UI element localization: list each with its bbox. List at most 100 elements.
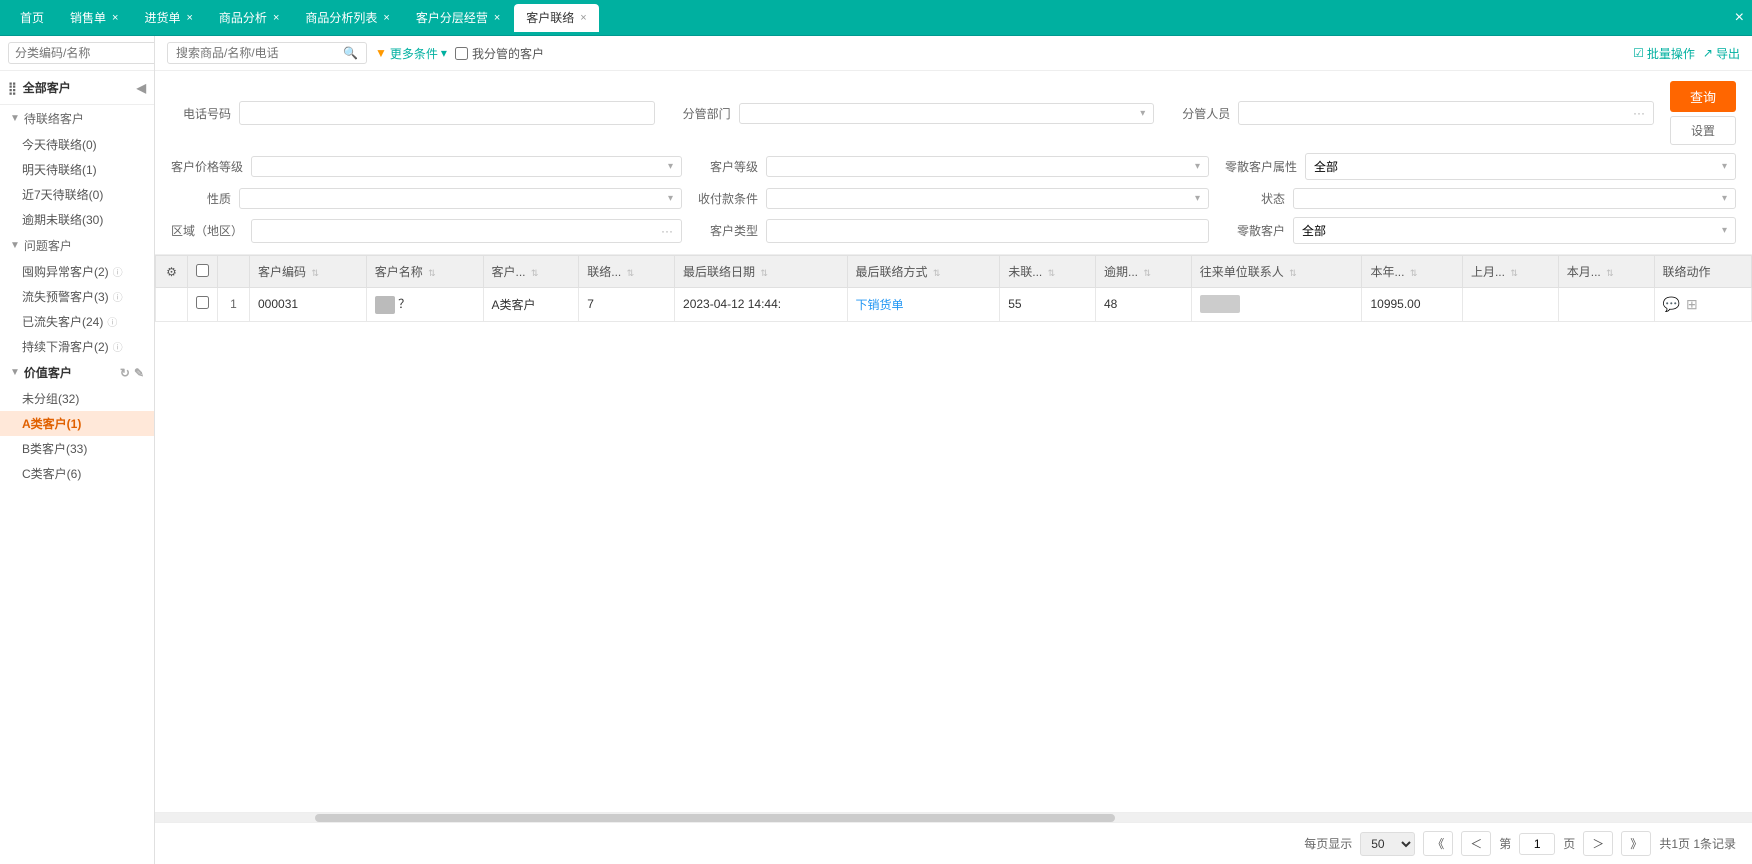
problem-group-label: 问题客户 xyxy=(24,237,72,254)
my-customers-checkbox[interactable] xyxy=(455,47,468,60)
col-last-month-header[interactable]: 上月... ⇅ xyxy=(1462,256,1558,288)
chat-icon[interactable]: 💬 xyxy=(1663,296,1680,313)
more-conditions-btn[interactable]: ▼ 更多条件 ▾ xyxy=(375,45,447,62)
sidebar-item-today[interactable]: 今天待联络(0) xyxy=(0,132,154,157)
grid-icon: ⣿ xyxy=(8,81,17,95)
settings-btn[interactable]: 设置 xyxy=(1670,116,1736,145)
close-all-tabs[interactable]: × xyxy=(1735,9,1744,27)
col-last-way-header[interactable]: 最后联络方式 ⇅ xyxy=(847,256,1000,288)
col-last-date-header[interactable]: 最后联络日期 ⇅ xyxy=(675,256,847,288)
row-last-way-link[interactable]: 下销货单 xyxy=(856,298,904,312)
col-this-month-header[interactable]: 本月... ⇅ xyxy=(1558,256,1654,288)
close-goods-list-tab[interactable]: × xyxy=(383,12,389,24)
horizontal-scrollbar[interactable] xyxy=(155,812,1752,822)
sidebar-item-ungroup[interactable]: 未分组(32) xyxy=(0,386,154,411)
region-select[interactable]: ··· xyxy=(251,219,682,243)
batch-op-btn[interactable]: ☑ 批量操作 xyxy=(1633,45,1695,62)
sidebar-item-a-class[interactable]: A类客户(1) xyxy=(0,411,154,436)
search-icon[interactable]: 🔍 xyxy=(343,46,358,60)
sort-last-date-icon: ⇅ xyxy=(760,268,768,278)
sidebar-group-pending[interactable]: ▼ 待联络客户 xyxy=(0,105,154,132)
sidebar: 🔍 ⣿ 全部客户 ◀ ▼ 待联络客户 今天待联络(0) 明天待联络(1) 近7天… xyxy=(0,36,155,864)
dept-select[interactable]: ▾ xyxy=(739,103,1155,124)
tab-goods-list[interactable]: 商品分析列表 × xyxy=(293,4,401,32)
tab-home[interactable]: 首页 xyxy=(8,4,56,32)
sidebar-item-declining[interactable]: 持续下滑客户(2) ⓘ xyxy=(0,334,154,359)
person-select[interactable]: ··· xyxy=(1238,101,1654,125)
sidebar-item-hoarding[interactable]: 囤购异常客户(2) ⓘ xyxy=(0,259,154,284)
sort-no-contact-icon: ⇅ xyxy=(1048,268,1056,278)
next-page-btn[interactable]: ＞ xyxy=(1583,831,1613,856)
sidebar-item-b-class[interactable]: B类客户(33) xyxy=(0,436,154,461)
payment-label: 收付款条件 xyxy=(698,190,758,207)
filter-field-retail-customer: 零散客户 全部 ▾ xyxy=(1225,217,1736,244)
tab-customer-segment[interactable]: 客户分层经营 × xyxy=(404,4,512,32)
status-select[interactable]: ▾ xyxy=(1293,188,1736,209)
sidebar-item-churned[interactable]: 已流失客户(24) ⓘ xyxy=(0,309,154,334)
close-goods-analysis-tab[interactable]: × xyxy=(273,12,279,24)
first-page-btn[interactable]: 《 xyxy=(1423,831,1453,856)
select-all-checkbox[interactable] xyxy=(196,264,209,277)
export-btn[interactable]: ↗ 导出 xyxy=(1703,45,1740,62)
search-input[interactable] xyxy=(176,46,343,60)
retail-attr-select[interactable]: 全部 ▾ xyxy=(1305,153,1736,180)
row-action-cell: 💬 ⊞ xyxy=(1654,288,1752,322)
query-btn[interactable]: 查询 xyxy=(1670,81,1736,112)
sidebar-search-input[interactable] xyxy=(8,42,155,64)
sidebar-group-problem[interactable]: ▼ 问题客户 xyxy=(0,232,154,259)
close-customer-contact-tab[interactable]: × xyxy=(580,12,586,24)
payment-select[interactable]: ▾ xyxy=(766,188,1209,209)
prev-page-btn[interactable]: ＜ xyxy=(1461,831,1491,856)
tab-sales[interactable]: 销售单 × xyxy=(58,4,130,32)
dept-arrow: ▾ xyxy=(1140,108,1145,119)
col-type-header[interactable]: 客户... ⇅ xyxy=(483,256,579,288)
sidebar-group-value[interactable]: ▼ 价值客户 ↻ ✎ xyxy=(0,359,154,386)
tab-customer-contact[interactable]: 客户联络 × xyxy=(514,4,598,32)
sidebar-item-churn-warning[interactable]: 流失预警客户(3) ⓘ xyxy=(0,284,154,309)
sort-this-year-icon: ⇅ xyxy=(1410,268,1418,278)
filter-field-nature: 性质 ▾ xyxy=(171,188,682,209)
advanced-filter: 电话号码 分管部门 ▾ 分管人员 ··· xyxy=(155,71,1752,255)
col-no-contact-header[interactable]: 未联... ⇅ xyxy=(1000,256,1096,288)
retail-customer-select[interactable]: 全部 ▾ xyxy=(1293,217,1736,244)
price-grade-select[interactable]: ▾ xyxy=(251,156,682,177)
page-number-input[interactable] xyxy=(1519,833,1555,855)
customer-type-input[interactable] xyxy=(766,219,1209,243)
value-group-icons: ↻ ✎ xyxy=(120,366,144,380)
phone-input[interactable] xyxy=(239,101,655,125)
per-page-select[interactable]: 50 100 200 xyxy=(1360,832,1415,856)
col-this-year-header[interactable]: 本年... ⇅ xyxy=(1362,256,1463,288)
col-company-contact-header[interactable]: 往来单位联系人 ⇅ xyxy=(1191,256,1362,288)
sidebar-all-customers-header[interactable]: ⣿ 全部客户 ◀ xyxy=(0,71,154,105)
edit-icon[interactable]: ✎ xyxy=(134,366,144,380)
close-sales-tab[interactable]: × xyxy=(112,12,118,24)
toolbar-right: ☑ 批量操作 ↗ 导出 xyxy=(1633,45,1740,62)
tab-purchase[interactable]: 进货单 × xyxy=(132,4,204,32)
customer-grade-select[interactable]: ▾ xyxy=(766,156,1209,177)
collapse-sidebar-icon[interactable]: ◀ xyxy=(137,81,146,95)
col-overdue-header[interactable]: 逾期... ⇅ xyxy=(1096,256,1192,288)
row-checkbox[interactable] xyxy=(196,296,209,309)
col-contact-header[interactable]: 联络... ⇅ xyxy=(579,256,675,288)
sidebar-item-overdue[interactable]: 逾期未联络(30) xyxy=(0,207,154,232)
sidebar-item-7days[interactable]: 近7天待联络(0) xyxy=(0,182,154,207)
col-code-header[interactable]: 客户编码 ⇅ xyxy=(250,256,367,288)
nature-select[interactable]: ▾ xyxy=(239,188,682,209)
value-group-label: 价值客户 xyxy=(24,364,72,381)
churned-label: 已流失客户(24) xyxy=(22,313,103,330)
hoarding-label: 囤购异常客户(2) xyxy=(22,263,109,280)
scrollbar-thumb[interactable] xyxy=(315,814,1115,822)
close-customer-segment-tab[interactable]: × xyxy=(494,12,500,24)
sidebar-item-c-class[interactable]: C类客户(6) xyxy=(0,461,154,486)
last-page-btn[interactable]: 》 xyxy=(1621,831,1651,856)
grid-action-icon[interactable]: ⊞ xyxy=(1686,296,1698,313)
row-last-date: 2023-04-12 14:44: xyxy=(683,297,781,311)
filter-row-3: 性质 ▾ 收付款条件 ▾ 状态 xyxy=(171,188,1736,209)
refresh-icon[interactable]: ↻ xyxy=(120,366,130,380)
col-settings[interactable]: ⚙ xyxy=(156,256,188,288)
col-name-header[interactable]: 客户名称 ⇅ xyxy=(366,256,483,288)
tab-goods-analysis[interactable]: 商品分析 × xyxy=(207,4,291,32)
close-purchase-tab[interactable]: × xyxy=(186,12,192,24)
row-no-contact-cell: 55 xyxy=(1000,288,1096,322)
sidebar-item-tomorrow[interactable]: 明天待联络(1) xyxy=(0,157,154,182)
